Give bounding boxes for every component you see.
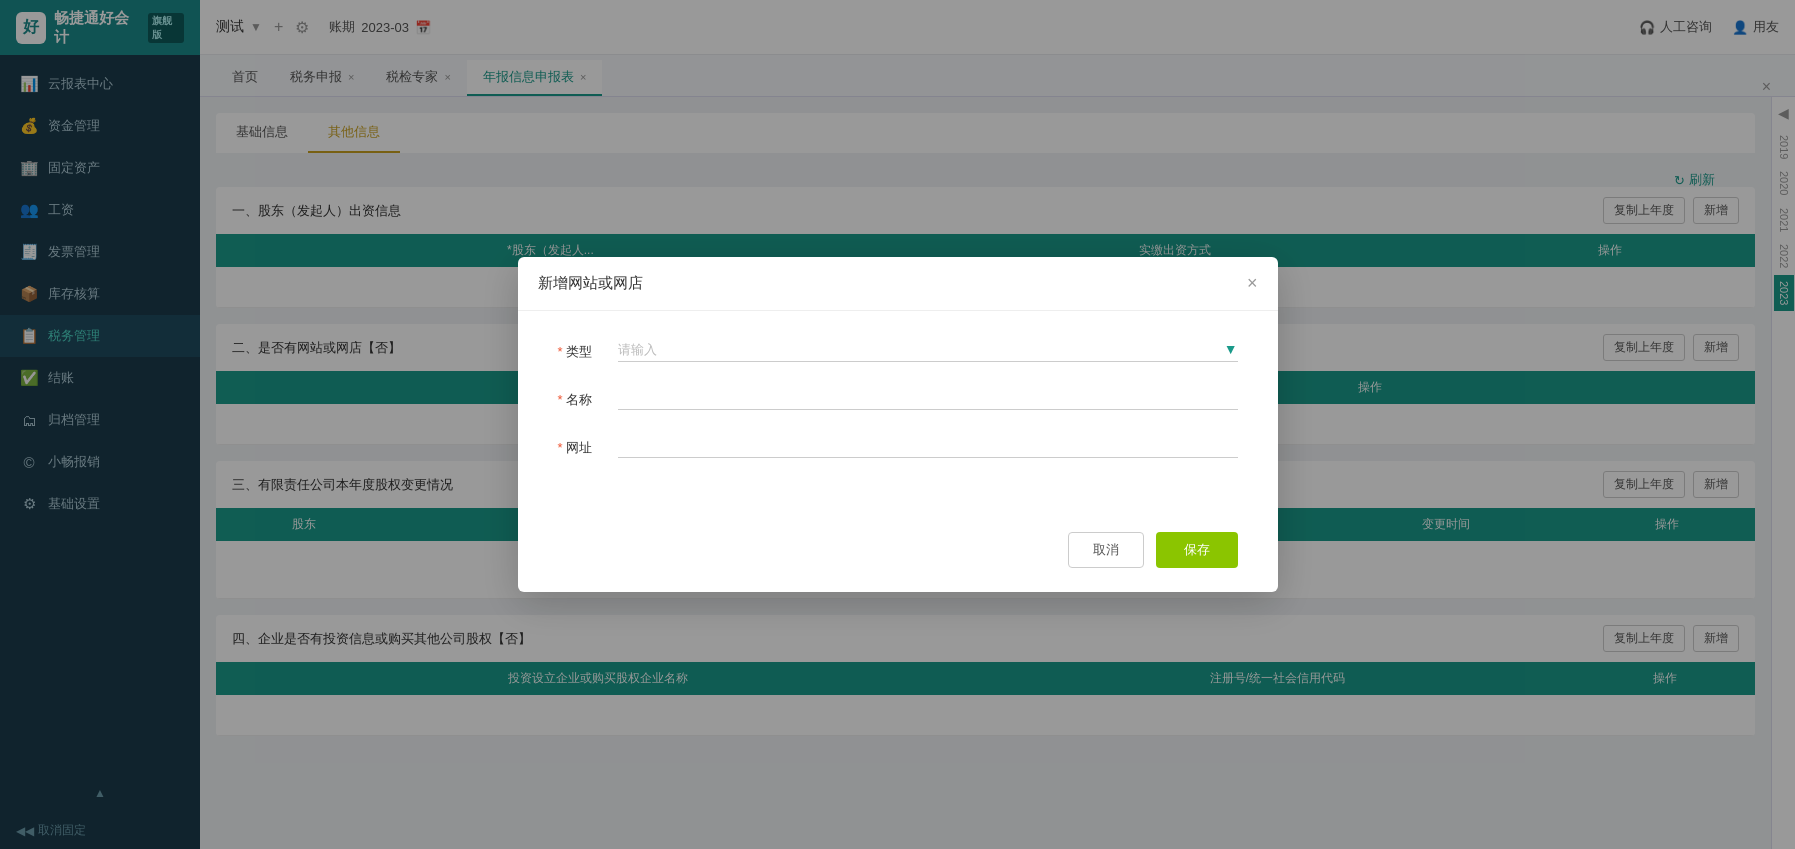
modal-overlay: 新增网站或网店 × * 类型 ▼ * 名称 xyxy=(0,0,1795,849)
required-star-name: * xyxy=(558,392,563,407)
form-row-url: * 网址 xyxy=(558,438,1238,458)
form-row-type: * 类型 ▼ xyxy=(558,341,1238,362)
cancel-button[interactable]: 取消 xyxy=(1068,532,1144,568)
dialog-title: 新增网站或网店 xyxy=(538,274,643,293)
label-text-name: 名称 xyxy=(566,392,592,407)
form-input-wrap-name xyxy=(618,390,1238,410)
form-label-name: * 名称 xyxy=(558,391,618,409)
add-website-dialog: 新增网站或网店 × * 类型 ▼ * 名称 xyxy=(518,257,1278,592)
dialog-body: * 类型 ▼ * 名称 xyxy=(518,311,1278,516)
form-label-url: * 网址 xyxy=(558,439,618,457)
form-input-wrap-url xyxy=(618,438,1238,458)
type-input[interactable] xyxy=(618,342,1224,357)
form-input-wrap-type: ▼ xyxy=(618,341,1238,362)
form-row-name: * 名称 xyxy=(558,390,1238,410)
dialog-header: 新增网站或网店 × xyxy=(518,257,1278,311)
name-input[interactable] xyxy=(618,390,1238,405)
type-dropdown-icon[interactable]: ▼ xyxy=(1224,341,1238,357)
required-star-url: * xyxy=(558,440,563,455)
label-text-type: 类型 xyxy=(566,344,592,359)
dialog-footer: 取消 保存 xyxy=(518,516,1278,592)
url-input[interactable] xyxy=(618,438,1238,453)
form-label-type: * 类型 xyxy=(558,343,618,361)
save-button[interactable]: 保存 xyxy=(1156,532,1238,568)
label-text-url: 网址 xyxy=(566,440,592,455)
dialog-close-button[interactable]: × xyxy=(1247,273,1258,294)
required-star: * xyxy=(558,344,563,359)
